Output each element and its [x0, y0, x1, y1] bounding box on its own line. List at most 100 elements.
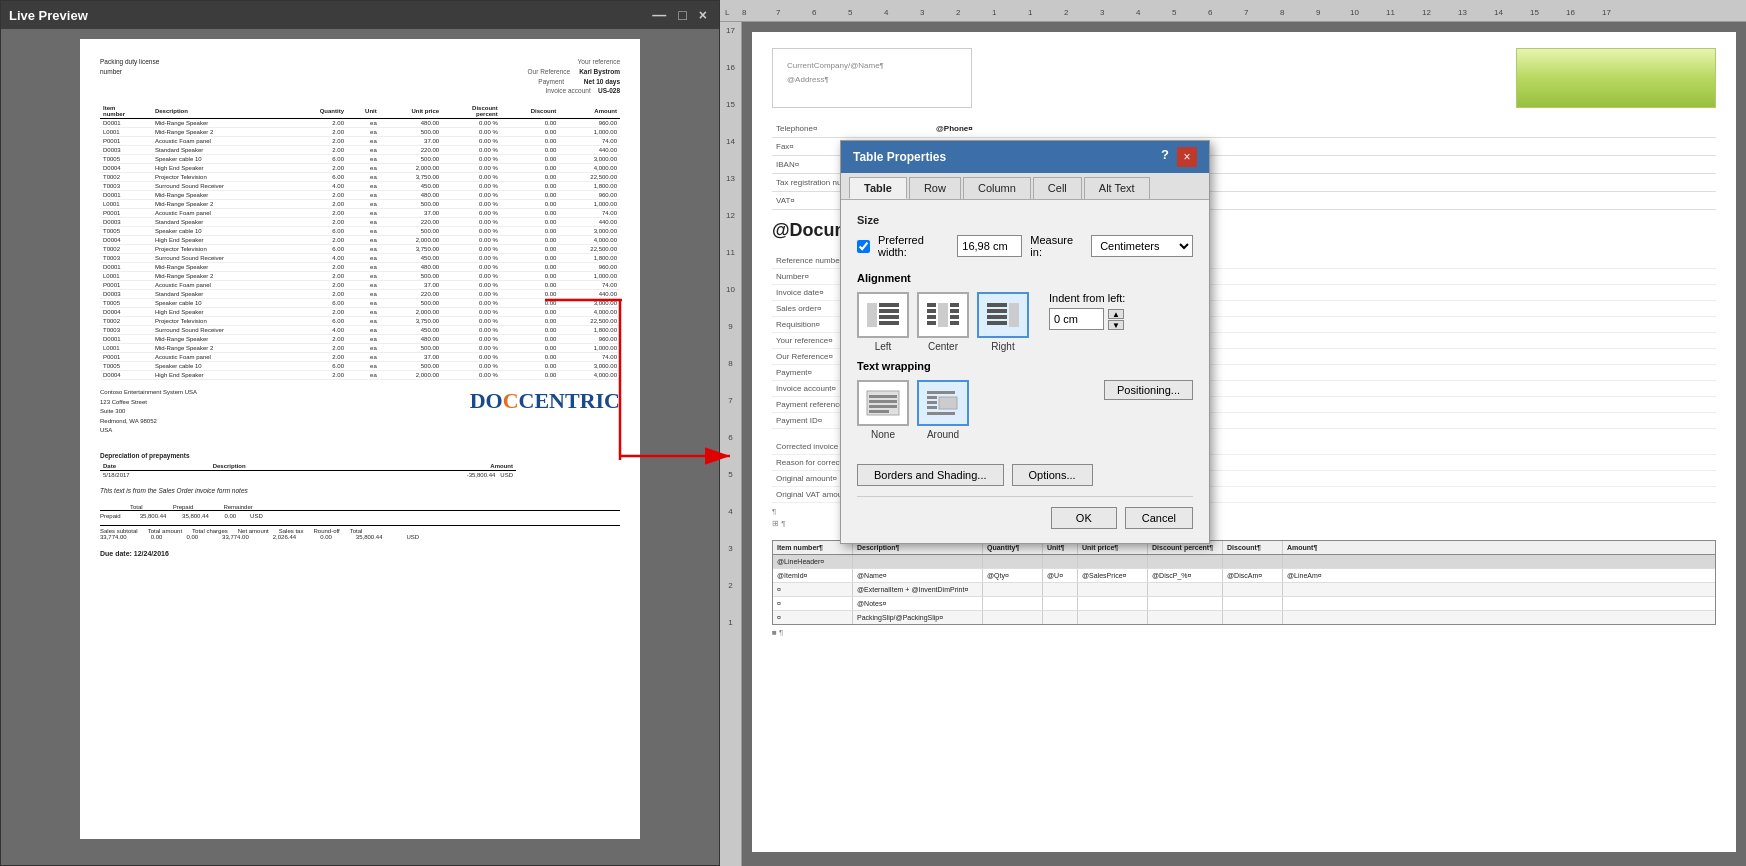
tab-alt-text[interactable]: Alt Text — [1084, 177, 1150, 199]
table-row: D0004High End Speaker2.00ea2,000.000.00 … — [100, 371, 620, 380]
table-row: T0002Projector Television6.00ea3,750.000… — [100, 245, 620, 254]
measure-select[interactable]: Centimeters Inches Percent — [1091, 235, 1193, 257]
doc-logo: DOCCENTRIC — [470, 388, 620, 414]
items-row-notes: ¤ @Notes¤ — [773, 597, 1715, 611]
align-center-icon — [925, 299, 961, 331]
wrap-around-icon-box[interactable] — [917, 380, 969, 426]
tab-cell[interactable]: Cell — [1033, 177, 1082, 199]
svg-rect-2 — [879, 309, 899, 313]
items-row-packingslip: ¤ PackingSlip/@PackingSlip¤ — [773, 611, 1715, 624]
address-field: CurrentCompany/@Name¶ @Address¶ — [772, 48, 972, 108]
table-row: D0001Mid-Range Speaker2.00ea480.000.00 %… — [100, 191, 620, 200]
dialog-help-btn[interactable]: ? — [1157, 147, 1173, 167]
svg-rect-17 — [987, 315, 1007, 319]
align-right-option[interactable]: Right — [977, 292, 1029, 352]
table-row: T0005Speaker cable 106.00ea500.000.00 %0… — [100, 227, 620, 236]
doc-depreciation: Depreciation of prepayments DateDescript… — [100, 452, 620, 494]
table-row: 5/18/2017-35,800.44 USD — [100, 470, 516, 479]
cancel-button[interactable]: Cancel — [1125, 507, 1193, 529]
svg-rect-11 — [950, 309, 959, 313]
align-center-option[interactable]: Center — [917, 292, 969, 352]
preferred-width-checkbox[interactable] — [857, 240, 870, 253]
align-right-icon-box[interactable] — [977, 292, 1029, 338]
svg-rect-12 — [950, 315, 959, 319]
tab-table[interactable]: Table — [849, 177, 907, 199]
table-row: T0003Surround Sound Receiver4.00ea450.00… — [100, 254, 620, 263]
svg-rect-5 — [938, 303, 948, 327]
live-preview-content: Packing duty license number Your referen… — [1, 29, 719, 865]
dialog-bottom-buttons: Borders and Shading... Options... — [857, 464, 1193, 486]
dialog-body: Size Preferred width: Measure in: Centim… — [841, 200, 1209, 543]
doc-header-left: Packing duty license number — [100, 57, 159, 96]
svg-rect-24 — [939, 397, 957, 409]
table-row: D0004High End Speaker2.00ea2,000.000.00 … — [100, 308, 620, 317]
tab-column[interactable]: Column — [963, 177, 1031, 199]
svg-rect-3 — [879, 315, 899, 319]
table-row: D0003Standard Speaker2.00ea220.000.00 %0… — [100, 290, 620, 299]
table-row: D0004High End Speaker2.00ea2,000.000.00 … — [100, 164, 620, 173]
wrap-none-option[interactable]: None — [857, 380, 909, 440]
svg-rect-28 — [927, 406, 937, 409]
align-left-label: Left — [875, 341, 892, 352]
indent-down-btn[interactable]: ▼ — [1108, 320, 1124, 330]
horizontal-ruler: L 8 7 6 5 4 3 2 1 1 2 3 4 5 6 7 8 9 10 1… — [720, 0, 1746, 22]
address-placeholder-1: CurrentCompany/@Name¶ — [787, 59, 957, 73]
doc-note: This text is from the Sales Order invoic… — [100, 487, 620, 494]
align-center-icon-box[interactable] — [917, 292, 969, 338]
svg-rect-26 — [927, 396, 937, 399]
ok-button[interactable]: OK — [1051, 507, 1117, 529]
svg-rect-9 — [927, 321, 936, 325]
borders-shading-button[interactable]: Borders and Shading... — [857, 464, 1004, 486]
close-preview-btn[interactable]: × — [695, 7, 711, 23]
options-button[interactable]: Options... — [1012, 464, 1093, 486]
table-row: P0001Acoustic Foam panel2.00ea37.000.00 … — [100, 209, 620, 218]
packing-duty-label: Packing duty license — [100, 57, 159, 67]
dialog-close-button[interactable]: × — [1177, 147, 1197, 167]
align-center-label: Center — [928, 341, 958, 352]
dialog-titlebar-buttons: ? × — [1157, 147, 1197, 167]
wrap-none-icon-box[interactable] — [857, 380, 909, 426]
minimize-btn[interactable]: — — [648, 7, 670, 23]
svg-rect-22 — [869, 405, 897, 408]
svg-rect-20 — [869, 395, 897, 398]
text-wrapping-buttons: None — [857, 380, 969, 440]
table-properties-dialog[interactable]: Table Properties ? × Table Row Column Ce… — [840, 140, 1210, 544]
align-left-option[interactable]: Left — [857, 292, 909, 352]
doc-items-table: Itemnumber Description Quantity Unit Uni… — [100, 104, 620, 380]
table-row: P0001Acoustic Foam panel2.00ea37.000.00 … — [100, 137, 620, 146]
svg-rect-25 — [927, 391, 955, 394]
live-preview-header: Live Preview — □ × — [1, 1, 719, 29]
table-row: D0003Standard Speaker2.00ea220.000.00 %0… — [100, 146, 620, 155]
alignment-buttons: Left — [857, 292, 1029, 352]
svg-rect-0 — [867, 303, 877, 327]
indent-input[interactable] — [1049, 308, 1104, 330]
align-right-icon — [985, 299, 1021, 331]
table-row: T0005Speaker cable 106.00ea500.000.00 %0… — [100, 362, 620, 371]
doc-header-right: Your reference Our Reference Karl Bystro… — [528, 57, 621, 96]
align-right-label: Right — [991, 341, 1014, 352]
svg-rect-1 — [879, 303, 899, 307]
indent-label: Indent from left: — [1049, 292, 1125, 304]
wrap-around-label: Around — [927, 429, 959, 440]
positioning-button[interactable]: Positioning... — [1104, 380, 1193, 400]
tab-row[interactable]: Row — [909, 177, 961, 199]
doc-footer-address: Contoso Entertainment System USA 123 Cof… — [100, 388, 197, 436]
width-input[interactable] — [957, 235, 1022, 257]
indent-up-btn[interactable]: ▲ — [1108, 309, 1124, 319]
packing-duty-label2: number — [100, 67, 159, 77]
maximize-btn[interactable]: □ — [674, 7, 690, 23]
table-row: T0005Speaker cable 106.00ea500.000.00 %0… — [100, 155, 620, 164]
svg-rect-13 — [950, 321, 959, 325]
size-row: Preferred width: Measure in: Centimeters… — [857, 234, 1193, 258]
svg-rect-10 — [950, 303, 959, 307]
address-placeholder-2: @Address¶ — [787, 73, 957, 87]
table-row: L0001Mid-Range Speaker 22.00ea500.000.00… — [100, 272, 620, 281]
wrap-around-option[interactable]: Around — [917, 380, 969, 440]
align-left-icon-box[interactable] — [857, 292, 909, 338]
svg-rect-15 — [987, 303, 1007, 307]
svg-rect-29 — [927, 412, 955, 415]
dialog-tabs: Table Row Column Cell Alt Text — [841, 173, 1209, 200]
address-area: CurrentCompany/@Name¶ @Address¶ — [772, 48, 1716, 108]
svg-rect-27 — [927, 401, 937, 404]
table-row: T0003Surround Sound Receiver4.00ea450.00… — [100, 326, 620, 335]
